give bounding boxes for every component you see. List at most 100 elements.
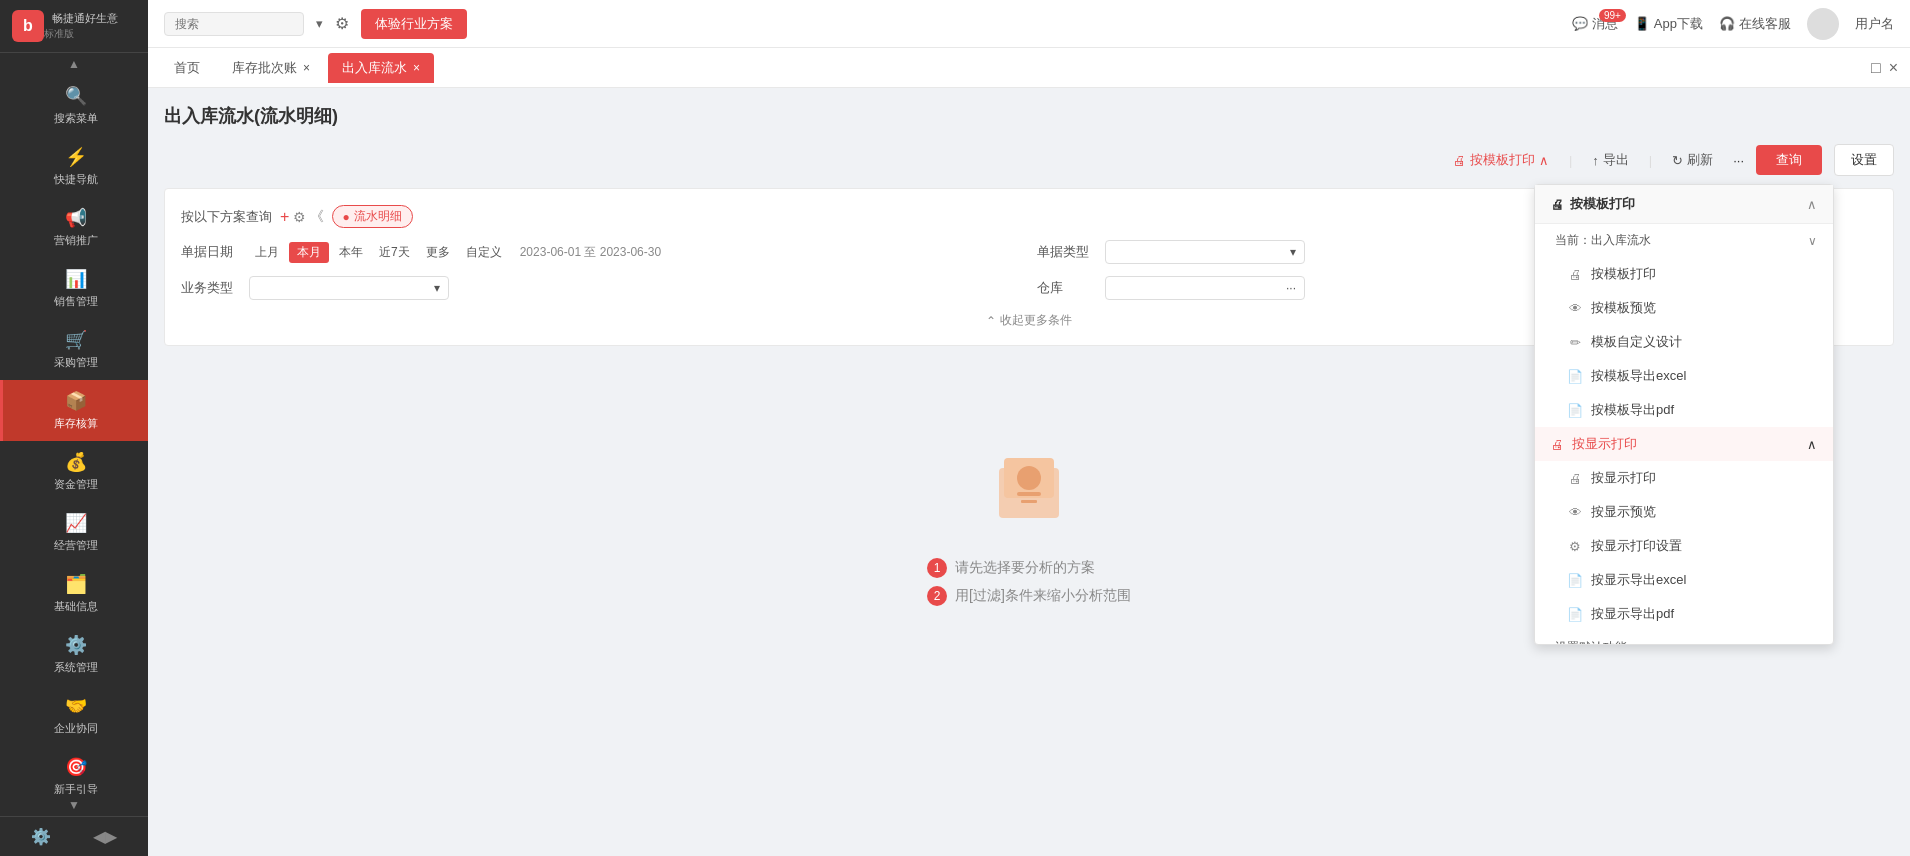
tab-current[interactable]: 出入库流水 × (328, 53, 434, 83)
quicknav-icon: ⚡ (65, 146, 87, 168)
search-add-icon[interactable]: + (280, 208, 289, 226)
topbar-dropdown-icon[interactable]: ▾ (316, 16, 323, 31)
sidebar-item-coop[interactable]: 🤝 企业协同 (0, 685, 148, 746)
dropdown-current[interactable]: 当前：出入库流水 ∨ (1535, 224, 1833, 257)
date-btn-last-month[interactable]: 上月 (249, 242, 285, 263)
sidebar-collapse-icon[interactable]: ◀▶ (93, 827, 117, 846)
username-label: 用户名 (1855, 15, 1894, 33)
search-collapse-icon[interactable]: 《 (310, 208, 324, 226)
app-download-btn[interactable]: 📱 App下载 (1634, 15, 1703, 33)
app-label: App下载 (1654, 15, 1703, 33)
dropdown-item-template-pdf[interactable]: 📄 按模板导出pdf (1535, 393, 1833, 427)
topbar-left: ▾ ⚙ 体验行业方案 (164, 9, 467, 39)
biz-type-select[interactable]: ▾ (249, 276, 449, 300)
type-label: 单据类型 (1037, 243, 1097, 261)
sidebar-item-inventory[interactable]: 📦 库存核算 (0, 380, 148, 441)
query-btn[interactable]: 查询 (1756, 145, 1822, 175)
tab-current-close[interactable]: × (413, 61, 420, 75)
dropdown-item-template-print[interactable]: 🖨 按模板打印 (1535, 257, 1833, 291)
main-area: ▾ ⚙ 体验行业方案 💬 消息 99+ 📱 App下载 🎧 在线客服 (148, 0, 1910, 856)
sidebar-scroll-down[interactable]: ▼ (0, 794, 148, 816)
collapse-label: 收起更多条件 (1000, 312, 1072, 329)
empty-illustration (979, 438, 1079, 538)
dropdown-item-template-excel[interactable]: 📄 按模板导出excel (1535, 359, 1833, 393)
sidebar-item-system[interactable]: ⚙️ 系统管理 (0, 624, 148, 685)
date-btn-more[interactable]: 更多 (420, 242, 456, 263)
window-expand-btn[interactable]: □ (1871, 59, 1881, 77)
tab-batch-account-close[interactable]: × (303, 61, 310, 75)
topbar-gear-icon[interactable]: ⚙ (335, 14, 349, 33)
dropdown-item-display-pdf[interactable]: 📄 按显示导出pdf (1535, 597, 1833, 631)
dropdown-item-display-preview[interactable]: 👁 按显示预览 (1535, 495, 1833, 529)
message-btn[interactable]: 💬 消息 99+ (1572, 15, 1618, 33)
dropdown-item-label: 按模板预览 (1591, 299, 1656, 317)
online-service-btn[interactable]: 🎧 在线客服 (1719, 15, 1791, 33)
sidebar-item-operation[interactable]: 📈 经营管理 (0, 502, 148, 563)
warehouse-more-icon[interactable]: ··· (1286, 281, 1296, 295)
avatar[interactable] (1807, 8, 1839, 40)
search-title: 按以下方案查询 (181, 208, 272, 226)
type-select[interactable]: ▾ (1105, 240, 1305, 264)
search-gear-icon[interactable]: ⚙ (293, 209, 306, 225)
settings-btn[interactable]: 设置 (1834, 144, 1894, 176)
service-icon: 🎧 (1719, 16, 1735, 31)
biz-type-label: 业务类型 (181, 279, 241, 297)
sidebar-item-guide[interactable]: 🎯 新手引导 (0, 746, 148, 794)
tabs-right-actions: □ × (1871, 59, 1898, 77)
sidebar-item-label: 库存核算 (54, 416, 98, 431)
sidebar-item-purchase[interactable]: 🛒 采购管理 (0, 319, 148, 380)
design-icon: ✏ (1567, 334, 1583, 350)
empty-steps: 1 请先选择要分析的方案 2 用[过滤]条件来缩小分析范围 (927, 558, 1131, 614)
topbar-search-input[interactable] (164, 12, 304, 36)
dropdown-display-section-header[interactable]: 🖨 按显示打印 ∧ (1535, 427, 1833, 461)
industry-btn[interactable]: 体验行业方案 (361, 9, 467, 39)
dropdown-chevron-up[interactable]: ∧ (1807, 197, 1817, 212)
toolbar-more-icon[interactable]: ··· (1733, 153, 1744, 168)
refresh-btn[interactable]: ↻ 刷新 (1664, 147, 1721, 173)
step-1-text: 请先选择要分析的方案 (955, 559, 1095, 577)
date-btn-custom[interactable]: 自定义 (460, 242, 508, 263)
dropdown-scroll: 当前：出入库流水 ∨ 🖨 按模板打印 👁 按模板预览 ✏ (1535, 224, 1833, 644)
service-label: 在线客服 (1739, 15, 1791, 33)
dropdown-item-label: 按显示打印设置 (1591, 537, 1682, 555)
guide-icon: 🎯 (65, 756, 87, 778)
sidebar-item-sales[interactable]: 📊 销售管理 (0, 258, 148, 319)
sidebar-item-finance[interactable]: 💰 资金管理 (0, 441, 148, 502)
date-btn-this-year[interactable]: 本年 (333, 242, 369, 263)
sidebar-item-label: 基础信息 (54, 599, 98, 614)
window-close-btn[interactable]: × (1889, 59, 1898, 77)
date-btn-7days[interactable]: 近7天 (373, 242, 416, 263)
warehouse-input[interactable]: ··· (1105, 276, 1305, 300)
dropdown-item-display-settings[interactable]: ⚙ 按显示打印设置 (1535, 529, 1833, 563)
dropdown-item-display-excel[interactable]: 📄 按显示导出excel (1535, 563, 1833, 597)
sidebar-item-label: 系统管理 (54, 660, 98, 675)
tab-batch-account[interactable]: 库存批次账 × (218, 53, 324, 83)
date-btn-this-month[interactable]: 本月 (289, 242, 329, 263)
dropdown-title: 🖨 按模板打印 (1551, 195, 1635, 213)
sidebar-scroll-up[interactable]: ▲ (0, 53, 148, 75)
sidebar-settings-icon[interactable]: ⚙️ (31, 827, 51, 846)
sidebar-item-quicknav[interactable]: ⚡ 快捷导航 (0, 136, 148, 197)
print-template-label: 按模板打印 (1470, 151, 1535, 169)
search-tag-label: 流水明细 (354, 208, 402, 225)
collapse-icon: ⌃ (986, 314, 996, 328)
tab-home[interactable]: 首页 (160, 53, 214, 83)
date-buttons: 上月 本月 本年 近7天 更多 自定义 (249, 242, 508, 263)
sidebar-item-label: 企业协同 (54, 721, 98, 736)
dropdown-item-display-print[interactable]: 🖨 按显示打印 (1535, 461, 1833, 495)
dropdown-item-template-preview[interactable]: 👁 按模板预览 (1535, 291, 1833, 325)
preview-icon: 👁 (1567, 504, 1583, 520)
search-active-tag[interactable]: ● 流水明细 (332, 205, 413, 228)
svg-rect-4 (1021, 500, 1037, 503)
company-name: 畅捷通好生意 (52, 11, 118, 26)
sidebar-item-basic[interactable]: 🗂️ 基础信息 (0, 563, 148, 624)
excel-icon: 📄 (1567, 572, 1583, 588)
date-range-label: 2023-06-01 至 2023-06-30 (520, 244, 661, 261)
sidebar-item-search[interactable]: 🔍 搜索菜单 (0, 75, 148, 136)
sidebar-item-marketing[interactable]: 📢 营销推广 (0, 197, 148, 258)
print-template-btn[interactable]: 🖨 按模板打印 ∧ (1445, 147, 1557, 173)
dropdown-default-section[interactable]: 设置默认功能 ∨ (1535, 631, 1833, 644)
export-btn[interactable]: ↑ 导出 (1584, 147, 1637, 173)
pdf-icon: 📄 (1567, 606, 1583, 622)
dropdown-item-template-design[interactable]: ✏ 模板自定义设计 (1535, 325, 1833, 359)
